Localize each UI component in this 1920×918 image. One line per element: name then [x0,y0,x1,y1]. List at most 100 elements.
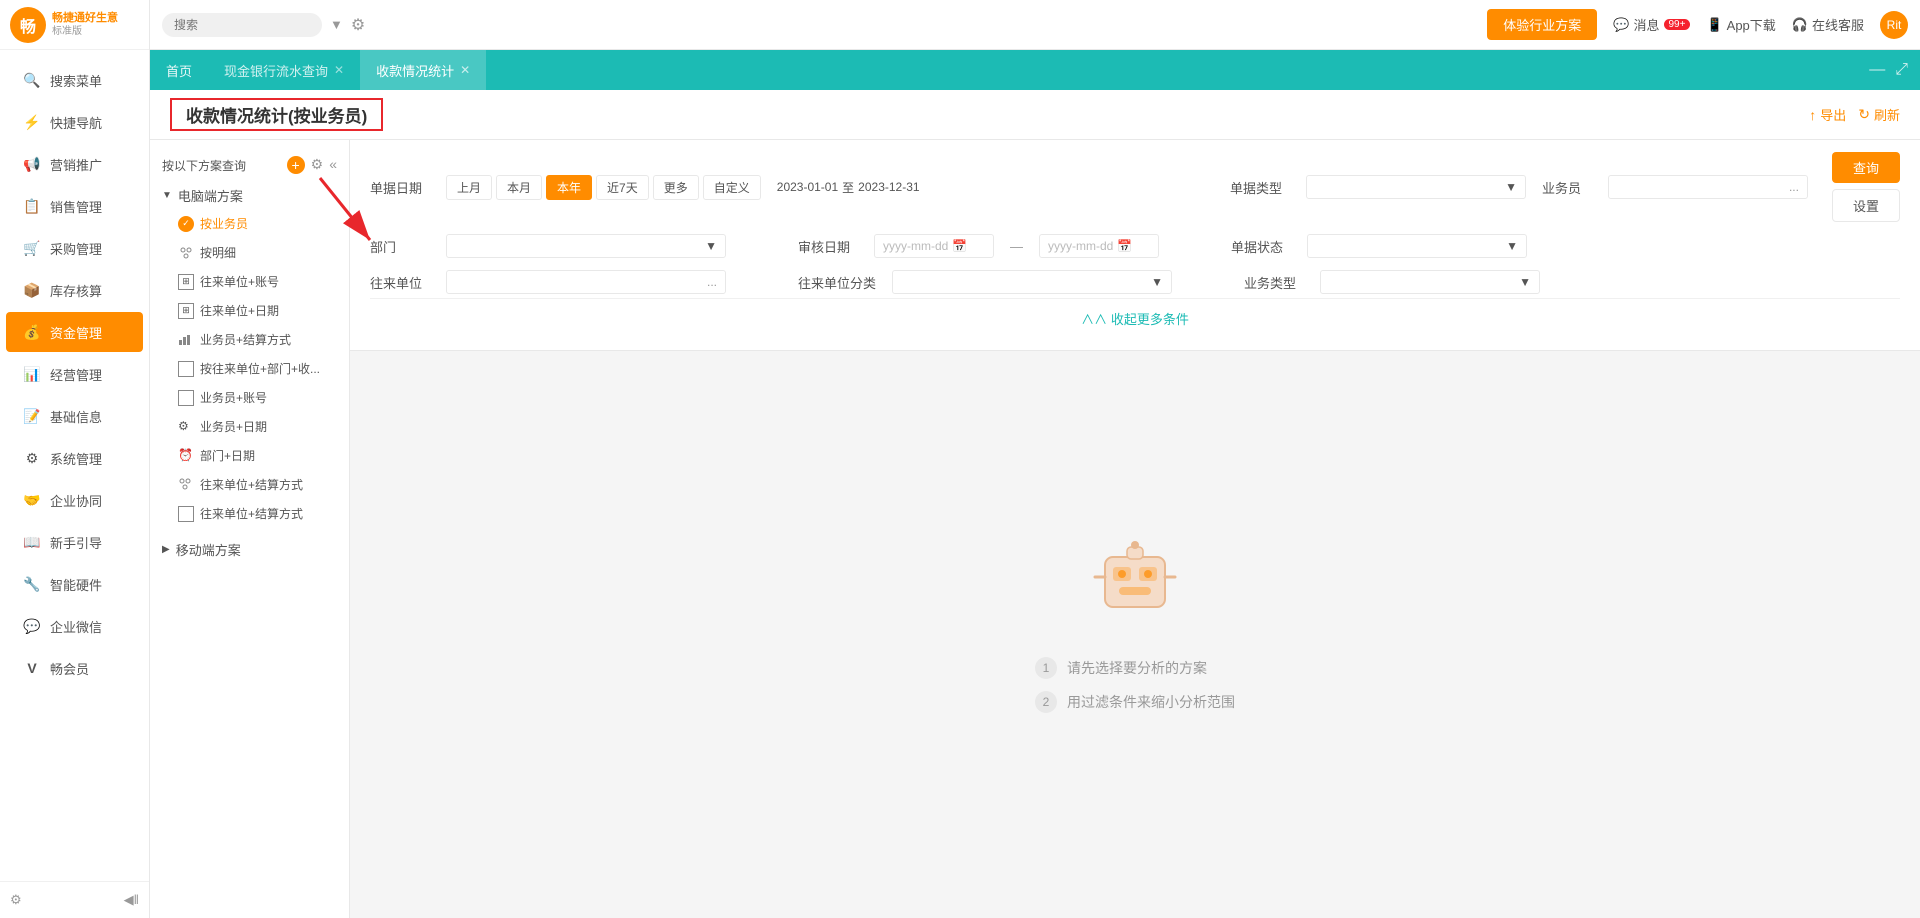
sidebar-item-label: 新手引导 [50,533,102,552]
date-this-year-btn[interactable]: 本年 [546,175,592,200]
filter-row-date: 单据日期 上月 本月 本年 近7天 更多 自定义 2023-01-01 至 [370,152,1900,222]
counterparty-more-icon[interactable]: ... [707,275,717,289]
scheme-group-mobile-title[interactable]: ▶ 移动端方案 [150,536,349,563]
app-download-btn[interactable]: 📱 App下载 [1706,15,1775,34]
tab-minimize-icon[interactable]: — [1869,61,1885,79]
date-buttons: 上月 本月 本年 近7天 更多 自定义 [446,175,761,200]
scheme-item-unit-dept[interactable]: 按往来单位+部门+收... [150,354,349,383]
tab-collection-stat[interactable]: 收款情况统计 ✕ [360,50,486,90]
top-bar: ▼ ⚙ 体验行业方案 💬 消息 99+ 📱 App下载 🎧 在线客服 [150,0,1920,50]
scheme-item-icon-square: ⊞ [178,274,194,290]
sidebar-item-label: 搜索菜单 [50,71,102,90]
date-more-btn[interactable]: 更多 [653,175,699,200]
content-area: 按以下方案查询 + ⚙ « ▼ 电脑端方案 ✓ 按业务员 [150,140,1920,918]
step-number-1: 1 [1035,657,1057,679]
voucher-type-select[interactable]: ▼ [1306,175,1526,199]
sidebar-item-system[interactable]: ⚙ 系统管理 [6,438,143,478]
scheme-item-unit-settlement2[interactable]: 往来单位+结算方式 [150,499,349,528]
counterparty-select[interactable]: ... [446,270,726,294]
sidebar-item-marketing[interactable]: 📢 营销推广 [6,144,143,184]
review-from-placeholder: yyyy-mm-dd [883,239,948,253]
salesperson-select[interactable]: ... [1608,175,1808,199]
salesperson-label: 业务员 [1542,178,1592,197]
collapse-more-btn[interactable]: ∧∧ 收起更多条件 [370,298,1900,338]
trial-button[interactable]: 体验行业方案 [1487,9,1597,40]
action-buttons: 查询 设置 [1832,152,1900,222]
sidebar-item-shortcut[interactable]: ⚡ 快捷导航 [6,102,143,142]
sidebar-item-finance[interactable]: 💰 资金管理 [6,312,143,352]
sidebar-item-search[interactable]: 🔍 搜索菜单 [6,60,143,100]
sidebar-item-sales[interactable]: 📋 销售管理 [6,186,143,226]
date-this-month-btn[interactable]: 本月 [496,175,542,200]
top-search-input[interactable] [162,13,322,37]
business-type-select[interactable]: ▼ [1320,270,1540,294]
scheme-item-dept-date[interactable]: ⏰ 部门+日期 [150,441,349,470]
scheme-item-icon-square5 [178,506,194,522]
query-button[interactable]: 查询 [1832,152,1900,183]
dropdown-icon[interactable]: ▼ [330,17,343,32]
tab-home[interactable]: 首页 [150,50,208,90]
settings-footer-icon[interactable]: ⚙ [10,892,22,908]
user-avatar[interactable]: Rit [1880,11,1908,39]
sidebar-item-member[interactable]: V 畅会员 [6,648,143,688]
scheme-group-pc-title[interactable]: ▼ 电脑端方案 [150,182,349,209]
messages-btn[interactable]: 💬 消息 99+ [1613,15,1690,34]
export-button[interactable]: ↑ 导出 [1809,105,1846,124]
scheme-item-unit-settlement1[interactable]: 往来单位+结算方式 [150,470,349,499]
scheme-item-by-salesperson[interactable]: ✓ 按业务员 [150,209,349,238]
sidebar: 畅 畅捷通好生意 标准版 🔍 搜索菜单 ⚡ 快捷导航 📢 营销推广 📋 销 [0,0,150,918]
inventory-icon: 📦 [22,280,42,300]
date-from-value: 2023-01-01 [777,180,838,194]
sidebar-item-inventory[interactable]: 📦 库存核算 [6,270,143,310]
voucher-status-select[interactable]: ▼ [1307,234,1527,258]
scheme-item-by-detail[interactable]: 按明细 [150,238,349,267]
sidebar-footer: ⚙ ◀‖ [0,881,149,918]
sidebar-item-basic[interactable]: 📝 基础信息 [6,396,143,436]
sidebar-item-hardware[interactable]: 🔧 智能硬件 [6,564,143,604]
messages-badge: 99+ [1664,19,1691,30]
refresh-button[interactable]: ↻ 刷新 [1858,105,1900,124]
settings-button[interactable]: 设置 [1832,189,1900,222]
scheme-item-unit-date[interactable]: ⊞ 往来单位+日期 [150,296,349,325]
scheme-collapse-icon[interactable]: « [329,156,337,174]
scheme-settings-icon[interactable]: ⚙ [311,156,324,174]
scheme-group-mobile: ▶ 移动端方案 [150,536,349,563]
scheme-item-salesperson-date[interactable]: ⚙ 业务员+日期 [150,412,349,441]
scheme-item-salesperson-account[interactable]: 业务员+账号 [150,383,349,412]
dept-select[interactable]: ▼ [446,234,726,258]
empty-illustration [1075,517,1195,637]
logo-area: 畅 畅捷通好生意 标准版 [0,0,149,50]
collapse-sidebar-icon[interactable]: ◀‖ [124,892,139,908]
tab-close-icon[interactable]: ✕ [460,63,470,77]
review-date-to[interactable]: yyyy-mm-dd 📅 [1039,234,1159,258]
logo-badge: 标准版 [52,25,118,38]
settings-topbar-icon[interactable]: ⚙ [351,15,365,35]
tab-bank-flow[interactable]: 现金银行流水查询 ✕ [208,50,360,90]
sidebar-item-collab[interactable]: 🤝 企业协同 [6,480,143,520]
tab-maximize-icon[interactable]: ⤢ [1895,61,1908,79]
refresh-icon: ↻ [1858,106,1870,123]
page-title-box: 收款情况统计(按业务员) [170,98,383,131]
date-last-month-btn[interactable]: 上月 [446,175,492,200]
sidebar-item-guide[interactable]: 📖 新手引导 [6,522,143,562]
scheme-item-icon-group [178,245,194,261]
sidebar-item-wechat[interactable]: 💬 企业微信 [6,606,143,646]
counterparty-category-select[interactable]: ▼ [892,270,1172,294]
add-scheme-btn[interactable]: + [287,156,305,174]
tab-close-icon[interactable]: ✕ [334,63,344,77]
empty-steps: 1 请先选择要分析的方案 2 用过滤条件来缩小分析范围 [1035,657,1235,713]
date-custom-btn[interactable]: 自定义 [703,175,761,200]
online-service-btn[interactable]: 🎧 在线客服 [1792,15,1864,34]
finance-icon: 💰 [22,322,42,342]
calendar-icon: 📅 [952,239,967,253]
scheme-item-unit-account[interactable]: ⊞ 往来单位+账号 [150,267,349,296]
scheme-item-salesperson-settlement[interactable]: 业务员+结算方式 [150,325,349,354]
date-7days-btn[interactable]: 近7天 [596,175,649,200]
sidebar-item-management[interactable]: 📊 经营管理 [6,354,143,394]
sidebar-item-purchase[interactable]: 🛒 采购管理 [6,228,143,268]
search-menu-icon: 🔍 [22,70,42,90]
sidebar-item-label: 智能硬件 [50,575,102,594]
review-date-from[interactable]: yyyy-mm-dd 📅 [874,234,994,258]
dept-chevron-down-icon: ▼ [705,239,717,253]
more-options-icon[interactable]: ... [1789,180,1799,194]
